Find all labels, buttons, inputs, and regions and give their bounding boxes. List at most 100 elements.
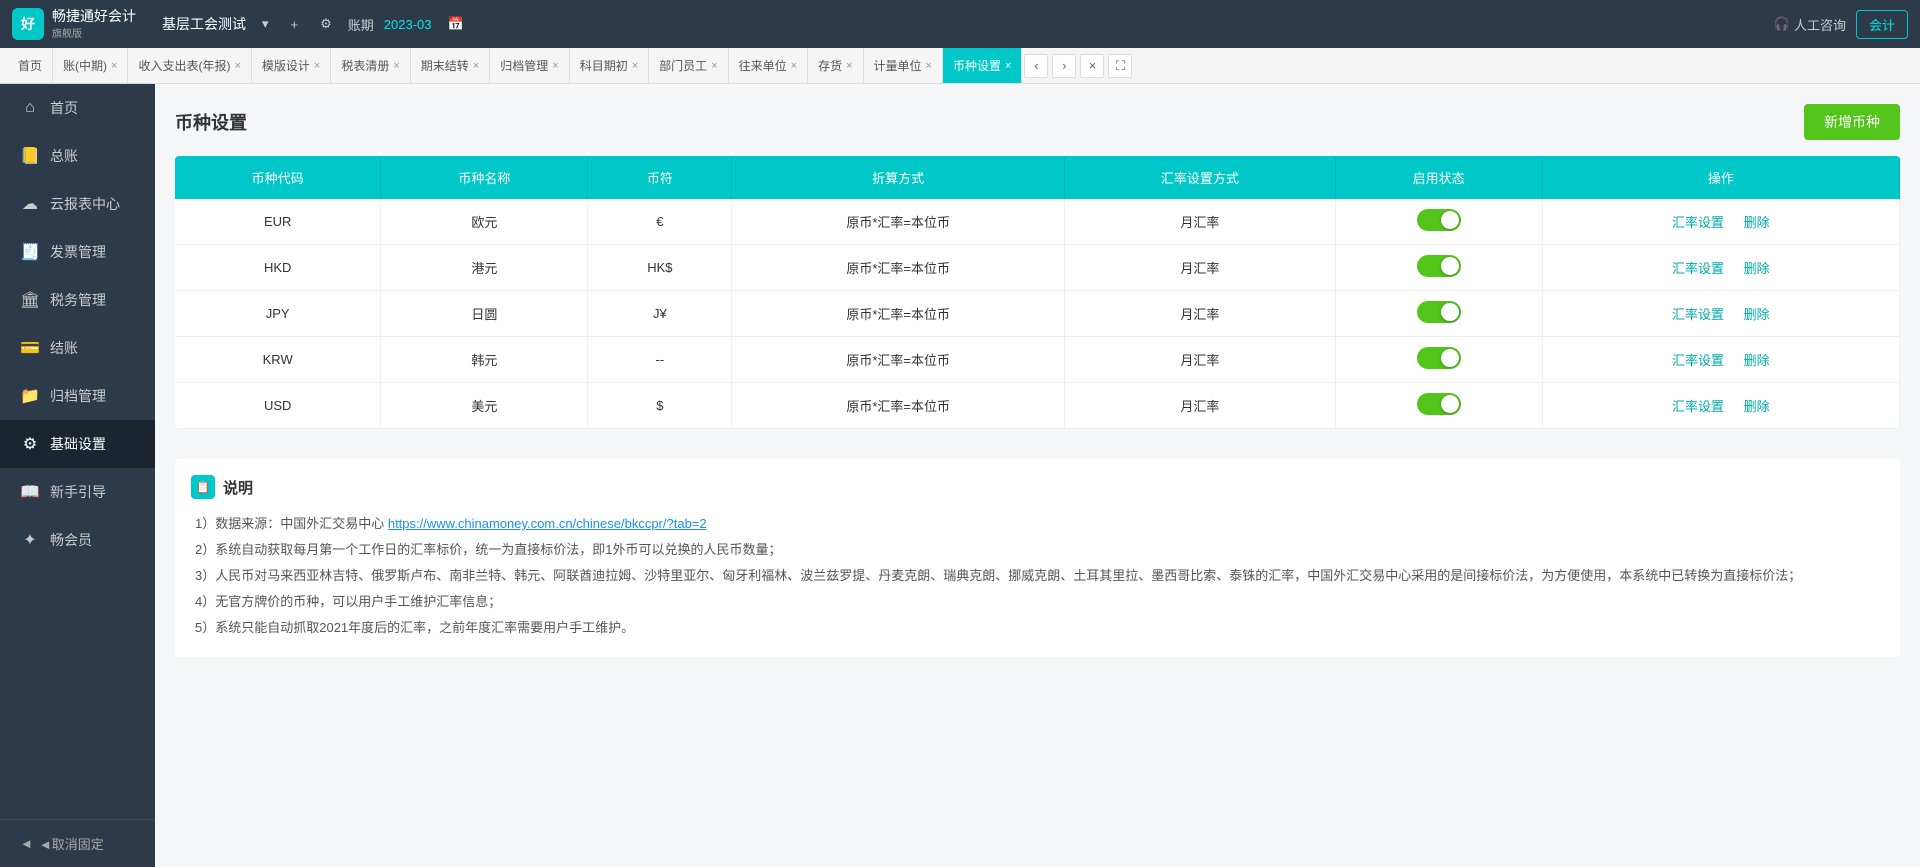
- tab-dept[interactable]: 部门员工 ×: [649, 48, 728, 84]
- tab-unit-label: 计量单位: [874, 57, 922, 74]
- sidebar-pin-toggle[interactable]: ◄ ◄取消固定: [0, 819, 155, 867]
- cloud-icon: ☁: [20, 194, 40, 214]
- col-rate-type: 汇率设置方式: [1065, 156, 1335, 199]
- table-header: 币种代码 币种名称 币符 折算方式 汇率设置方式 启用状态 操作: [175, 156, 1900, 199]
- tab-nav-expand[interactable]: ⛶: [1108, 54, 1132, 78]
- rate-setting-btn[interactable]: 汇率设置: [1672, 353, 1724, 368]
- enable-toggle[interactable]: [1417, 209, 1461, 231]
- account-btn[interactable]: 会计: [1856, 10, 1908, 39]
- sidebar-item-guide[interactable]: 📖 新手引导: [0, 468, 155, 516]
- cell-name: 韩元: [381, 337, 588, 383]
- enable-toggle[interactable]: [1417, 301, 1461, 323]
- tab-midterm[interactable]: 账(中期) ×: [53, 48, 128, 84]
- company-name: 基层工会测试: [162, 14, 246, 34]
- support-btn[interactable]: 🎧 人工咨询: [1774, 15, 1846, 34]
- rate-setting-btn[interactable]: 汇率设置: [1672, 215, 1724, 230]
- tab-contacts-close[interactable]: ×: [791, 60, 797, 72]
- notice-item-1: 1）数据来源：中国外汇交易中心 https://www.chinamoney.c…: [191, 511, 1884, 537]
- tab-annual[interactable]: 收入支出表(年报) ×: [128, 48, 251, 84]
- sidebar-label-home: 首页: [50, 98, 78, 118]
- cell-rate-type: 月汇率: [1065, 383, 1335, 429]
- settings-btn[interactable]: ⚙: [314, 14, 338, 34]
- tab-nav-prev[interactable]: ‹: [1024, 54, 1048, 78]
- logo-text: 畅捷通好会计: [52, 8, 136, 25]
- delete-btn[interactable]: 删除: [1744, 261, 1770, 276]
- tab-contacts[interactable]: 往来单位 ×: [729, 48, 808, 84]
- table-row: EUR 欧元 € 原币*汇率=本位币 月汇率 汇率设置 删除: [175, 199, 1900, 245]
- cell-actions: 汇率设置 删除: [1542, 291, 1899, 337]
- tab-template-close[interactable]: ×: [314, 60, 320, 72]
- enable-toggle[interactable]: [1417, 393, 1461, 415]
- tab-template[interactable]: 模版设计 ×: [252, 48, 331, 84]
- tax-icon: 🏛: [20, 290, 40, 310]
- enable-toggle[interactable]: [1417, 255, 1461, 277]
- tab-archive[interactable]: 归档管理 ×: [490, 48, 569, 84]
- sidebar-label-archive: 归档管理: [50, 386, 106, 406]
- tab-nav-close[interactable]: ×: [1080, 54, 1104, 78]
- rate-setting-btn[interactable]: 汇率设置: [1672, 399, 1724, 414]
- ledger-icon: 📒: [20, 146, 40, 166]
- tab-subject-init-close[interactable]: ×: [632, 60, 638, 72]
- tab-subject-init[interactable]: 科目期初 ×: [570, 48, 649, 84]
- tab-currency-close[interactable]: ×: [1005, 60, 1011, 72]
- delete-btn[interactable]: 删除: [1744, 353, 1770, 368]
- sidebar-item-settings[interactable]: ⚙ 基础设置: [0, 420, 155, 468]
- tab-home[interactable]: 首页: [8, 48, 53, 84]
- delete-btn[interactable]: 删除: [1744, 399, 1770, 414]
- cell-calc: 原币*汇率=本位币: [732, 245, 1065, 291]
- tab-nav-next[interactable]: ›: [1052, 54, 1076, 78]
- notice-link[interactable]: https://www.chinamoney.com.cn/chinese/bk…: [388, 516, 707, 531]
- sidebar-item-invoice[interactable]: 🧾 发票管理: [0, 228, 155, 276]
- delete-btn[interactable]: 删除: [1744, 307, 1770, 322]
- headset-icon: 🎧: [1774, 16, 1790, 32]
- tab-taxlist[interactable]: 税表清册 ×: [331, 48, 410, 84]
- cell-symbol: €: [588, 199, 732, 245]
- tab-taxlist-close[interactable]: ×: [393, 60, 399, 72]
- tab-period-end[interactable]: 期末结转 ×: [411, 48, 490, 84]
- pin-label: ◄取消固定: [39, 834, 104, 853]
- settings-gear-icon: ⚙: [20, 434, 40, 454]
- table-row: JPY 日圆 J¥ 原币*汇率=本位币 月汇率 汇率设置 删除: [175, 291, 1900, 337]
- delete-btn[interactable]: 删除: [1744, 215, 1770, 230]
- tab-midterm-close[interactable]: ×: [111, 60, 117, 72]
- tab-dept-close[interactable]: ×: [711, 60, 717, 72]
- page-title-row: 币种设置 新增币种: [175, 104, 1900, 140]
- notice-title: 说明: [223, 477, 253, 498]
- cell-code: HKD: [175, 245, 381, 291]
- tab-inventory[interactable]: 存货 ×: [808, 48, 863, 84]
- rate-setting-btn[interactable]: 汇率设置: [1672, 261, 1724, 276]
- tab-period-end-close[interactable]: ×: [473, 60, 479, 72]
- sidebar-item-tax[interactable]: 🏛 税务管理: [0, 276, 155, 324]
- sidebar-item-member[interactable]: ✦ 畅会员: [0, 516, 155, 564]
- tab-dept-label: 部门员工: [659, 57, 707, 74]
- tab-unit-close[interactable]: ×: [926, 60, 932, 72]
- new-currency-btn[interactable]: 新增币种: [1804, 104, 1900, 140]
- tab-archive-close[interactable]: ×: [552, 60, 558, 72]
- enable-toggle[interactable]: [1417, 347, 1461, 369]
- dropdown-icon[interactable]: ▾: [256, 14, 275, 34]
- calendar-icon[interactable]: 📅: [442, 14, 470, 34]
- cell-calc: 原币*汇率=本位币: [732, 337, 1065, 383]
- tab-unit[interactable]: 计量单位 ×: [864, 48, 943, 84]
- cell-symbol: J¥: [588, 291, 732, 337]
- cell-actions: 汇率设置 删除: [1542, 383, 1899, 429]
- tab-template-label: 模版设计: [262, 57, 310, 74]
- add-company-btn[interactable]: +: [285, 15, 305, 34]
- tab-currency[interactable]: 币种设置 ×: [943, 48, 1022, 84]
- tab-annual-close[interactable]: ×: [234, 60, 240, 72]
- tab-inventory-close[interactable]: ×: [846, 60, 852, 72]
- main-layout: ⌂ 首页 📒 总账 ☁ 云报表中心 🧾 发票管理 🏛 税务管理 💳 结账 📁 归…: [0, 84, 1920, 867]
- logo-icon: 好: [12, 8, 44, 40]
- sidebar-item-checkout[interactable]: 💳 结账: [0, 324, 155, 372]
- sidebar-item-ledger[interactable]: 📒 总账: [0, 132, 155, 180]
- sidebar-item-home[interactable]: ⌂ 首页: [0, 84, 155, 132]
- cell-rate-type: 月汇率: [1065, 337, 1335, 383]
- cell-code: EUR: [175, 199, 381, 245]
- cell-actions: 汇率设置 删除: [1542, 337, 1899, 383]
- sidebar-item-archive[interactable]: 📁 归档管理: [0, 372, 155, 420]
- sidebar-item-reports[interactable]: ☁ 云报表中心: [0, 180, 155, 228]
- rate-setting-btn[interactable]: 汇率设置: [1672, 307, 1724, 322]
- cell-name: 港元: [381, 245, 588, 291]
- notice-section: 📋 说明 1）数据来源：中国外汇交易中心 https://www.chinamo…: [175, 459, 1900, 657]
- cell-code: JPY: [175, 291, 381, 337]
